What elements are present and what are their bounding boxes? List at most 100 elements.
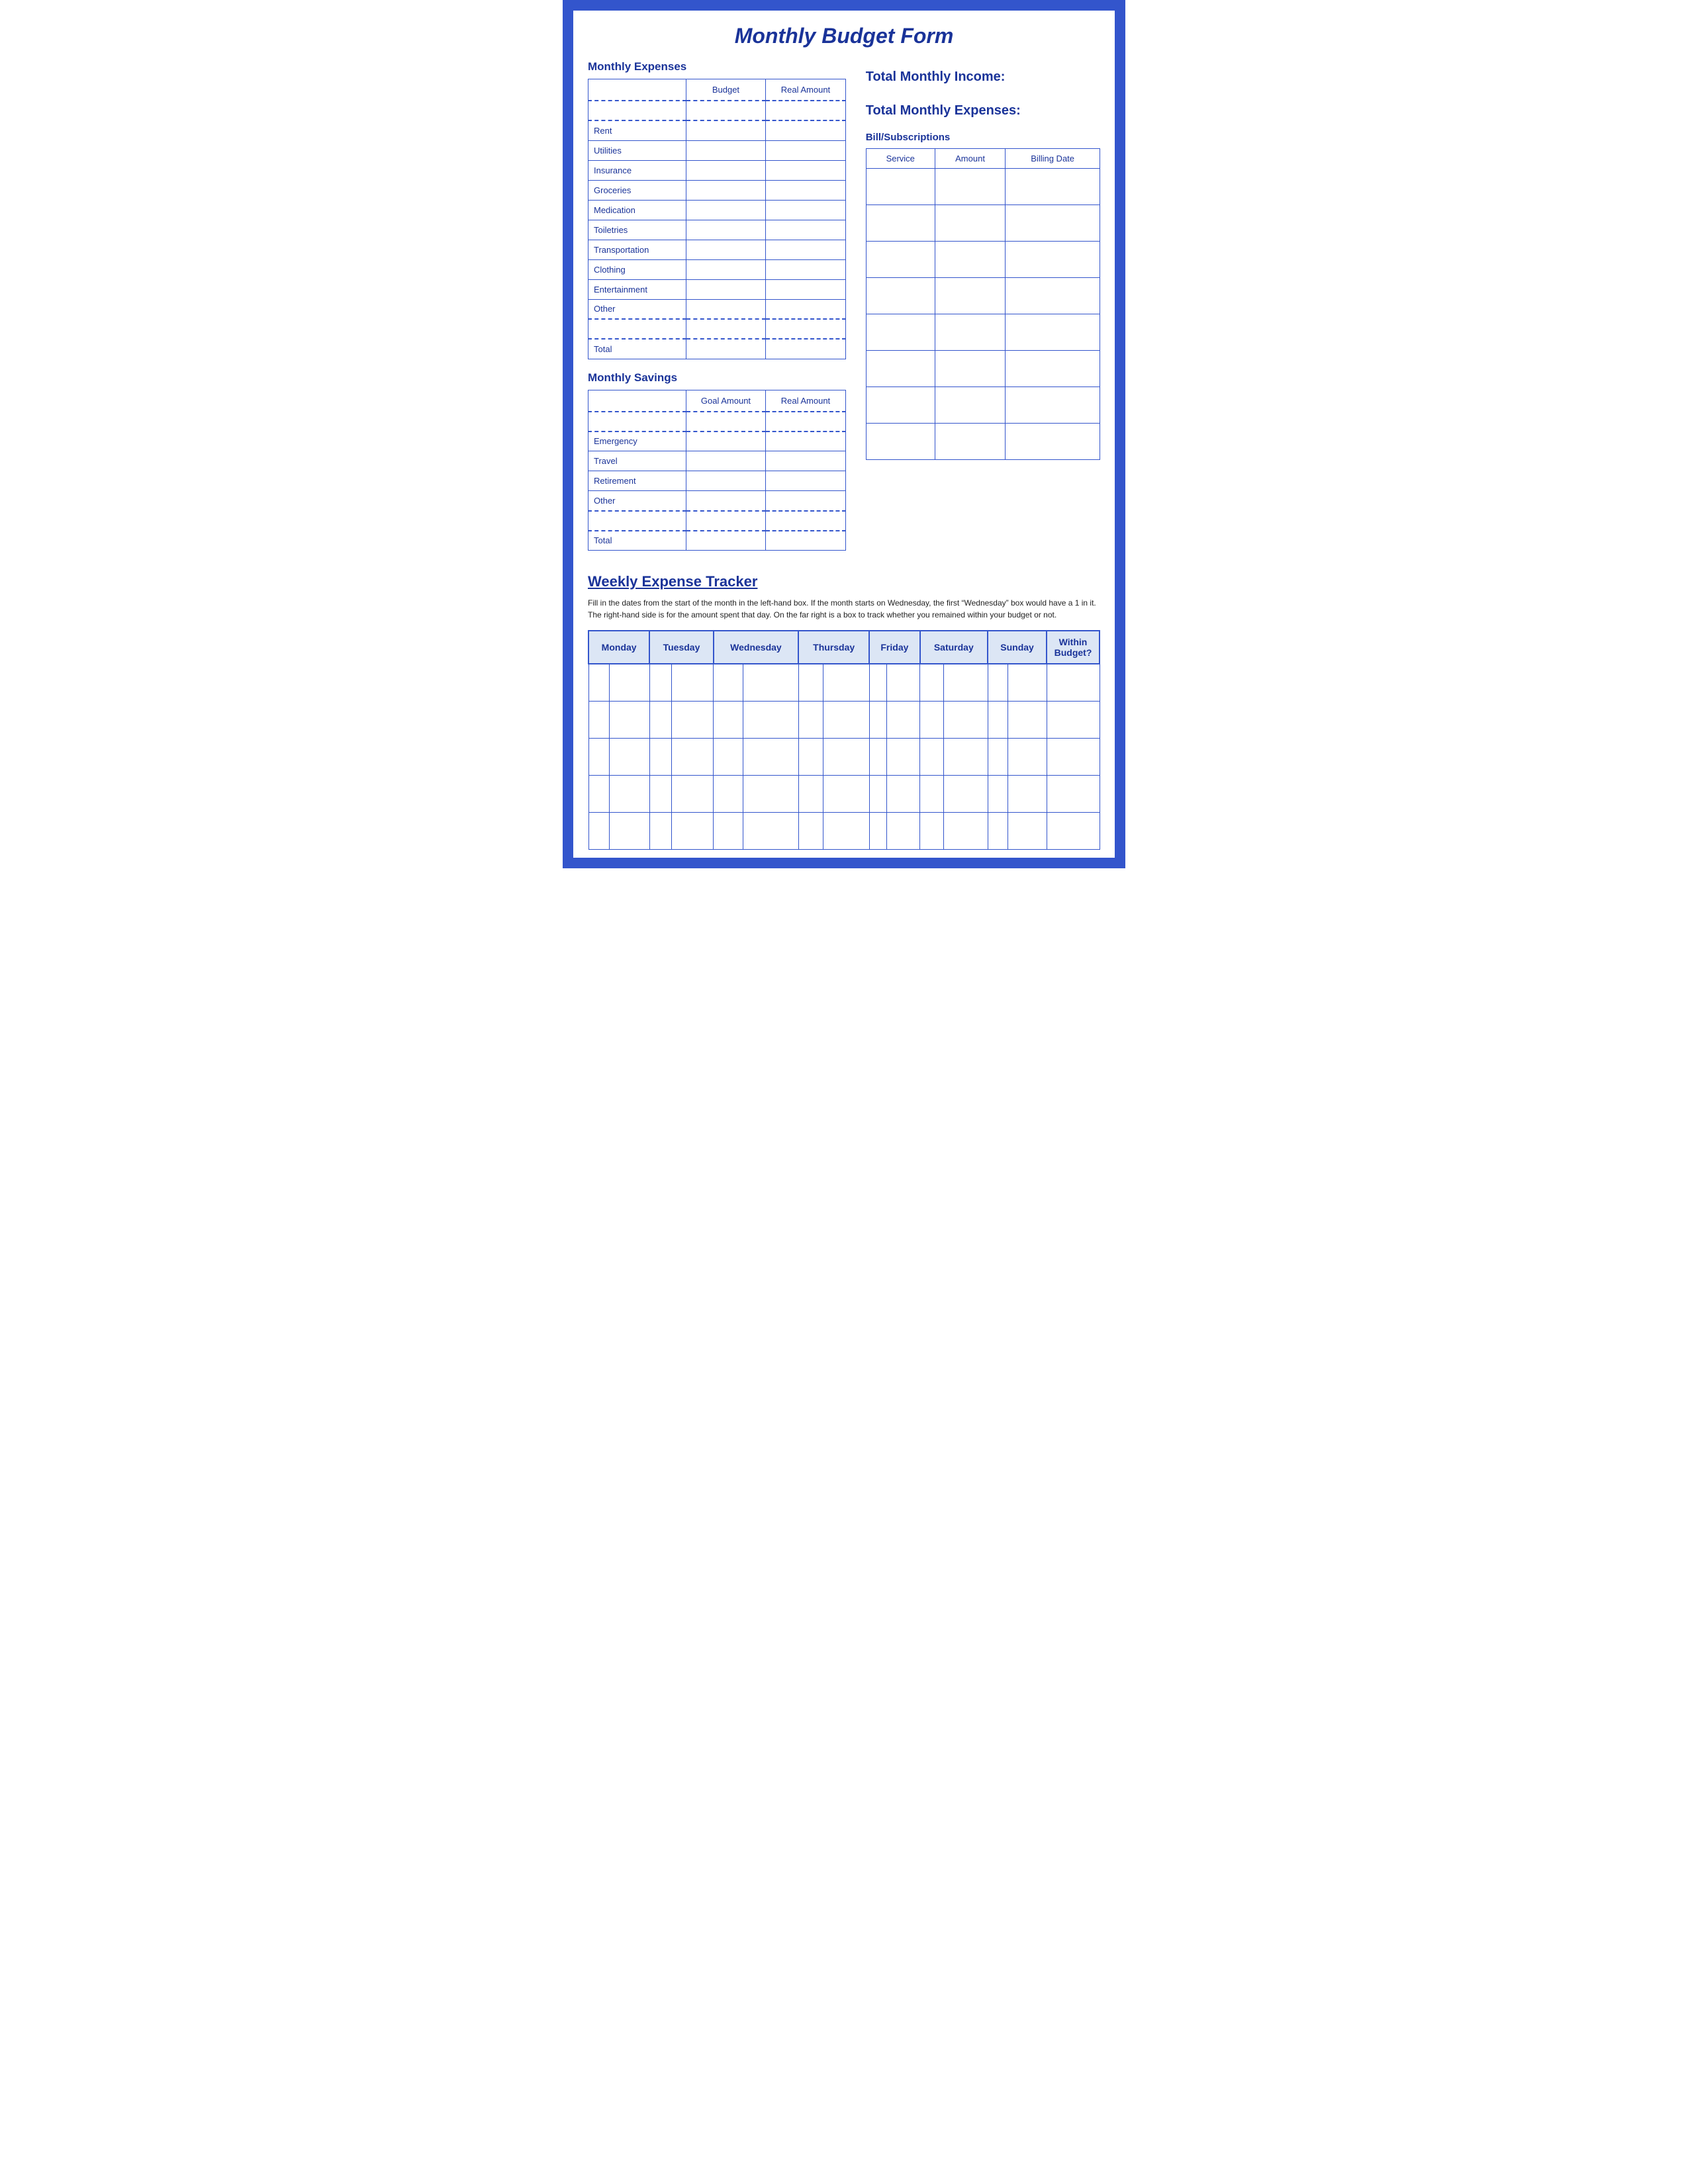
day-amount-sub[interactable]	[610, 739, 649, 775]
weekly-day-cell[interactable]	[869, 813, 919, 850]
savings-goal-value[interactable]	[686, 471, 766, 491]
day-date-sub[interactable]	[650, 664, 672, 701]
expense-budget-value[interactable]	[686, 299, 766, 319]
bills-cell[interactable]	[935, 424, 1006, 460]
day-amount-sub[interactable]	[887, 739, 919, 775]
bills-cell[interactable]	[935, 169, 1006, 205]
bills-cell[interactable]	[935, 314, 1006, 351]
day-date-sub[interactable]	[870, 664, 887, 701]
weekly-day-cell[interactable]	[869, 776, 919, 813]
day-date-sub[interactable]	[920, 776, 944, 812]
day-date-sub[interactable]	[988, 702, 1009, 738]
savings-real-value[interactable]	[766, 491, 846, 511]
bills-cell[interactable]	[1006, 387, 1100, 424]
day-amount-sub[interactable]	[823, 702, 869, 738]
day-date-sub[interactable]	[589, 739, 610, 775]
day-date-sub[interactable]	[714, 776, 743, 812]
day-amount-sub[interactable]	[743, 813, 798, 849]
expense-real-value[interactable]	[766, 240, 846, 259]
weekly-day-cell[interactable]	[798, 702, 869, 739]
weekly-day-cell[interactable]	[869, 739, 919, 776]
day-amount-sub[interactable]	[1008, 776, 1046, 812]
expense-real-value[interactable]	[766, 120, 846, 140]
weekly-day-cell[interactable]	[988, 813, 1047, 850]
day-date-sub[interactable]	[714, 664, 743, 701]
day-amount-sub[interactable]	[743, 664, 798, 701]
weekly-day-cell[interactable]	[920, 739, 988, 776]
savings-goal-value[interactable]	[686, 432, 766, 451]
weekly-day-cell[interactable]	[714, 664, 798, 702]
day-amount-sub[interactable]	[610, 776, 649, 812]
day-date-sub[interactable]	[988, 739, 1009, 775]
day-amount-sub[interactable]	[887, 702, 919, 738]
day-amount-sub[interactable]	[887, 776, 919, 812]
day-amount-sub[interactable]	[887, 664, 919, 701]
expense-real-value[interactable]	[766, 200, 846, 220]
day-date-sub[interactable]	[870, 776, 887, 812]
day-amount-sub[interactable]	[610, 664, 649, 701]
bills-cell[interactable]	[1006, 169, 1100, 205]
day-date-sub[interactable]	[870, 739, 887, 775]
within-budget-cell[interactable]	[1047, 813, 1100, 850]
expense-real-value[interactable]	[766, 259, 846, 279]
savings-goal-value[interactable]	[686, 451, 766, 471]
weekly-day-cell[interactable]	[649, 739, 713, 776]
expense-budget-value[interactable]	[686, 240, 766, 259]
bills-cell[interactable]	[1006, 314, 1100, 351]
expense-budget-value[interactable]	[686, 180, 766, 200]
expense-real-value[interactable]	[766, 339, 846, 359]
expense-budget-value[interactable]	[686, 220, 766, 240]
day-date-sub[interactable]	[589, 813, 610, 849]
bills-cell[interactable]	[935, 278, 1006, 314]
bills-cell[interactable]	[866, 278, 935, 314]
expense-real-value[interactable]	[766, 140, 846, 160]
weekly-day-cell[interactable]	[649, 702, 713, 739]
expense-real-value[interactable]	[766, 160, 846, 180]
day-date-sub[interactable]	[650, 776, 672, 812]
weekly-day-cell[interactable]	[714, 776, 798, 813]
day-amount-sub[interactable]	[1008, 702, 1046, 738]
bills-cell[interactable]	[935, 205, 1006, 242]
day-date-sub[interactable]	[589, 776, 610, 812]
bills-cell[interactable]	[935, 242, 1006, 278]
expense-budget-value[interactable]	[686, 259, 766, 279]
weekly-day-cell[interactable]	[714, 702, 798, 739]
day-amount-sub[interactable]	[823, 813, 869, 849]
day-date-sub[interactable]	[988, 813, 1009, 849]
savings-goal-value[interactable]	[686, 531, 766, 551]
bills-cell[interactable]	[866, 387, 935, 424]
day-amount-sub[interactable]	[944, 813, 988, 849]
weekly-day-cell[interactable]	[988, 702, 1047, 739]
within-budget-cell[interactable]	[1047, 776, 1100, 813]
weekly-day-cell[interactable]	[649, 813, 713, 850]
day-date-sub[interactable]	[988, 776, 1009, 812]
expense-real-value[interactable]	[766, 220, 846, 240]
day-amount-sub[interactable]	[743, 702, 798, 738]
day-amount-sub[interactable]	[672, 813, 713, 849]
weekly-day-cell[interactable]	[869, 702, 919, 739]
savings-real-value[interactable]	[766, 432, 846, 451]
expense-budget-value[interactable]	[686, 140, 766, 160]
weekly-day-cell[interactable]	[869, 664, 919, 702]
weekly-day-cell[interactable]	[588, 813, 649, 850]
day-date-sub[interactable]	[799, 739, 823, 775]
day-amount-sub[interactable]	[823, 739, 869, 775]
expense-budget-value[interactable]	[686, 200, 766, 220]
day-amount-sub[interactable]	[610, 702, 649, 738]
day-amount-sub[interactable]	[944, 739, 988, 775]
weekly-day-cell[interactable]	[714, 739, 798, 776]
expense-budget-value[interactable]	[686, 120, 766, 140]
bills-cell[interactable]	[866, 169, 935, 205]
bills-cell[interactable]	[866, 314, 935, 351]
weekly-day-cell[interactable]	[988, 776, 1047, 813]
weekly-day-cell[interactable]	[649, 664, 713, 702]
weekly-day-cell[interactable]	[798, 813, 869, 850]
day-date-sub[interactable]	[650, 702, 672, 738]
bills-cell[interactable]	[1006, 242, 1100, 278]
bills-cell[interactable]	[935, 387, 1006, 424]
bills-cell[interactable]	[866, 205, 935, 242]
day-amount-sub[interactable]	[743, 739, 798, 775]
day-amount-sub[interactable]	[610, 813, 649, 849]
day-date-sub[interactable]	[650, 813, 672, 849]
day-date-sub[interactable]	[920, 813, 944, 849]
